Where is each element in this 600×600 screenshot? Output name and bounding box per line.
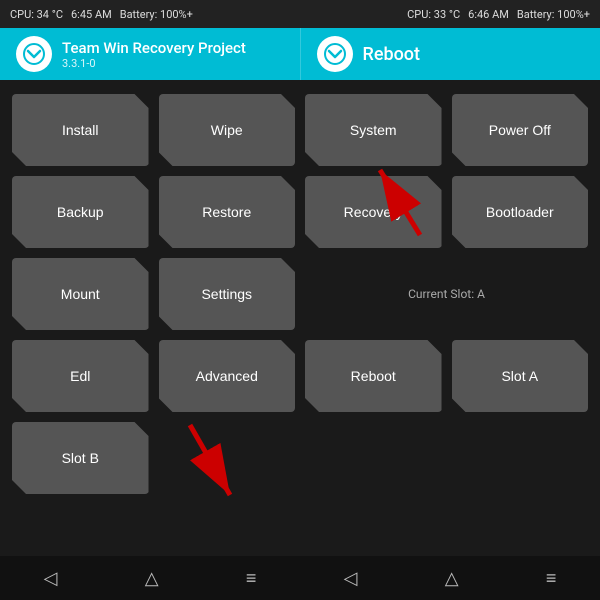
twrp-logo <box>16 36 52 72</box>
reboot-title: Reboot <box>363 44 421 65</box>
nav-menu-right[interactable]: ≡ <box>546 568 557 589</box>
recovery-button[interactable]: Recovery <box>305 176 442 248</box>
current-slot-cell: Current Slot: A <box>305 258 588 330</box>
bottom-nav: ◁ △ ≡ ◁ △ ≡ <box>0 556 600 600</box>
edl-button[interactable]: Edl <box>12 340 149 412</box>
mount-button[interactable]: Mount <box>12 258 149 330</box>
backup-button[interactable]: Backup <box>12 176 149 248</box>
slot-b-button[interactable]: Slot B <box>12 422 149 494</box>
nav-back-left[interactable]: ◁ <box>44 568 58 589</box>
app-name: Team Win Recovery Project <box>62 39 246 57</box>
nav-home-right[interactable]: △ <box>445 568 459 589</box>
cpu-left: CPU: 34 °C <box>10 8 63 21</box>
power-off-button[interactable]: Power Off <box>452 94 589 166</box>
advanced-button[interactable]: Advanced <box>159 340 296 412</box>
title-bar: Team Win Recovery Project 3.3.1-0 Reboot <box>0 28 600 80</box>
nav-back-right[interactable]: ◁ <box>344 568 358 589</box>
main-grid: Install Wipe System Power Off Backup Res… <box>0 80 600 502</box>
reboot-button[interactable]: Reboot <box>305 340 442 412</box>
cpu-right: CPU: 33 °C <box>407 8 460 21</box>
status-bar: CPU: 34 °C 6:45 AM Battery: 100%+ CPU: 3… <box>0 0 600 28</box>
nav-home-left[interactable]: △ <box>145 568 159 589</box>
bootloader-button[interactable]: Bootloader <box>452 176 589 248</box>
time-right: 6:46 AM <box>468 8 509 21</box>
slot-a-button[interactable]: Slot A <box>452 340 589 412</box>
battery-right: Battery: 100%+ <box>517 8 590 21</box>
battery-left: Battery: 100%+ <box>120 8 193 21</box>
wipe-button[interactable]: Wipe <box>159 94 296 166</box>
time-left: 6:45 AM <box>71 8 112 21</box>
settings-button[interactable]: Settings <box>159 258 296 330</box>
restore-button[interactable]: Restore <box>159 176 296 248</box>
system-button[interactable]: System <box>305 94 442 166</box>
nav-menu-left[interactable]: ≡ <box>246 568 257 589</box>
twrp-logo-right <box>317 36 353 72</box>
current-slot-label: Current Slot: A <box>408 287 485 301</box>
app-version: 3.3.1-0 <box>62 57 246 70</box>
install-button[interactable]: Install <box>12 94 149 166</box>
